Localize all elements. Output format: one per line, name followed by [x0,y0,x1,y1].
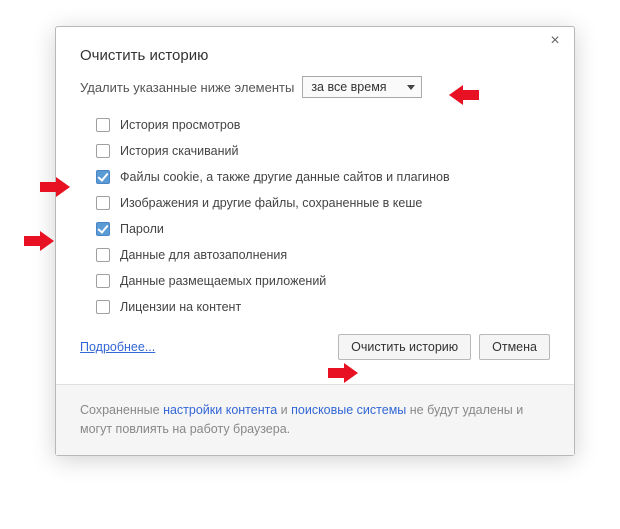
footer-text: Сохраненные [80,403,163,417]
checkbox[interactable] [96,274,110,288]
checkbox-label: История скачиваний [120,144,238,158]
footer-text: и [277,403,291,417]
footer-note: Сохраненные настройки контента и поисков… [56,384,574,455]
confirm-button[interactable]: Очистить историю [338,334,471,360]
dialog-title: Очистить историю [56,27,574,76]
chevron-down-icon [407,85,415,90]
prompt-label: Удалить указанные ниже элементы [80,80,294,95]
checkbox[interactable] [96,222,110,236]
checkbox[interactable] [96,248,110,262]
close-icon[interactable]: × [546,33,564,51]
checkbox-list: История просмотров История скачиваний Фа… [56,108,574,326]
list-item: История скачиваний [80,138,550,164]
learn-more-link[interactable]: Подробнее... [80,340,155,354]
checkbox-label: Лицензии на контент [120,300,241,314]
checkbox-label: Данные размещаемых приложений [120,274,326,288]
list-item: Файлы cookie, а также другие данные сайт… [80,164,550,190]
search-engines-link[interactable]: поисковые системы [291,403,406,417]
prompt-row: Удалить указанные ниже элементы за все в… [56,76,574,108]
annotation-arrow-icon [24,231,56,251]
checkbox[interactable] [96,144,110,158]
list-item: Данные размещаемых приложений [80,268,550,294]
clear-history-dialog: × Очистить историю Удалить указанные ниж… [55,26,575,456]
checkbox[interactable] [96,300,110,314]
list-item: Изображения и другие файлы, сохраненные … [80,190,550,216]
list-item: Лицензии на контент [80,294,550,320]
checkbox[interactable] [96,118,110,132]
checkbox-label: Файлы cookie, а также другие данные сайт… [120,170,450,184]
list-item: Пароли [80,216,550,242]
cancel-button[interactable]: Отмена [479,334,550,360]
checkbox[interactable] [96,196,110,210]
list-item: Данные для автозаполнения [80,242,550,268]
dropdown-selected: за все время [311,80,386,94]
list-item: История просмотров [80,112,550,138]
checkbox[interactable] [96,170,110,184]
content-settings-link[interactable]: настройки контента [163,403,277,417]
action-row: Подробнее... Очистить историю Отмена [56,326,574,384]
checkbox-label: История просмотров [120,118,240,132]
checkbox-label: Данные для автозаполнения [120,248,287,262]
checkbox-label: Изображения и другие файлы, сохраненные … [120,196,422,210]
time-range-dropdown[interactable]: за все время [302,76,422,98]
checkbox-label: Пароли [120,222,164,236]
